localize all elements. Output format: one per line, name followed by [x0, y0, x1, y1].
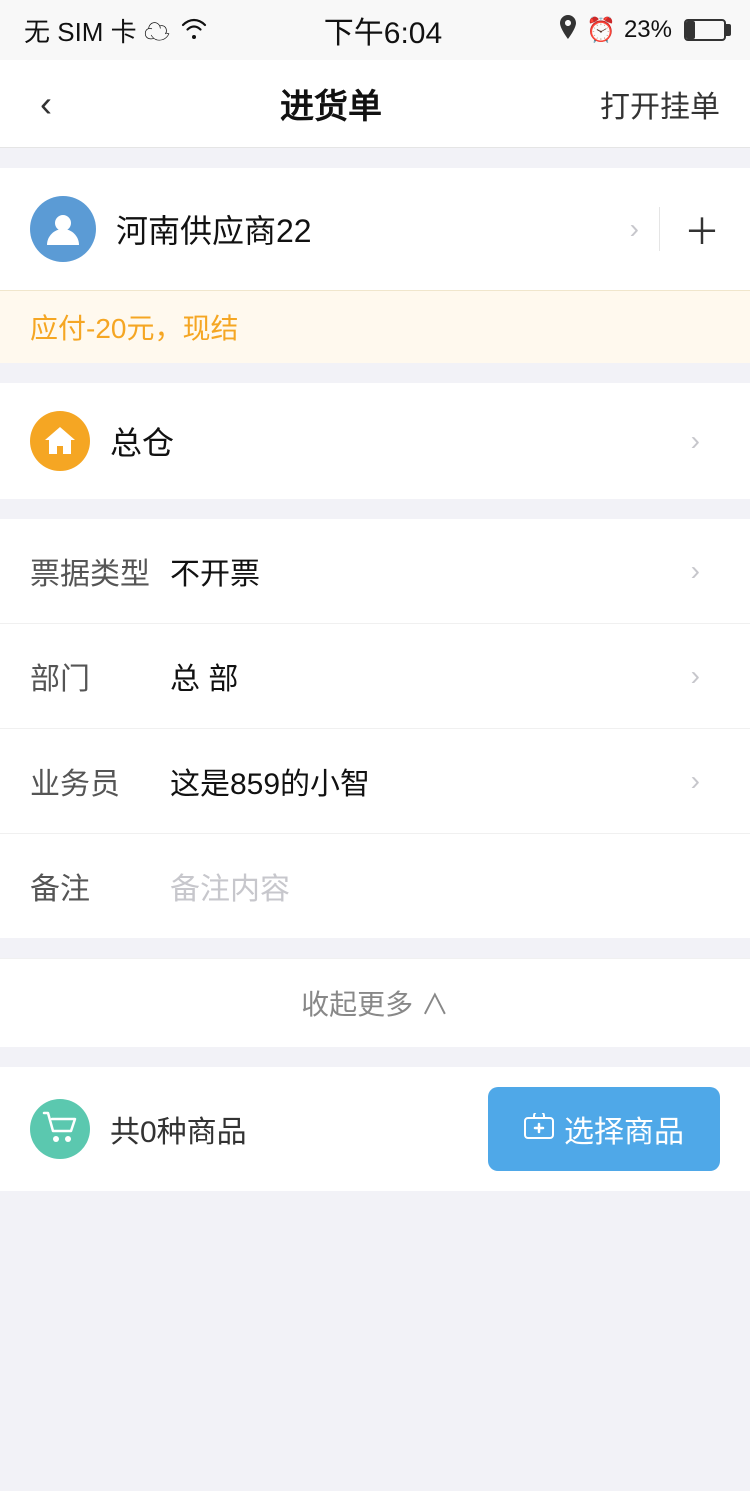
salesman-label: 业务员 [30, 759, 160, 803]
page-title: 进货单 [280, 79, 382, 128]
location-icon [558, 15, 578, 46]
supplier-card: 河南供应商22 › ＋ 应付-20元，现结 [0, 168, 750, 363]
select-btn-icon [524, 1113, 554, 1146]
form-section: 票据类型 不开票 › 部门 总 部 › 业务员 这是859的小智 › 备注 备注… [0, 519, 750, 938]
invoice-type-value: 不开票 [160, 549, 691, 593]
open-pending-button[interactable]: 打开挂单 [600, 82, 720, 126]
salesman-chevron-icon: › [691, 765, 700, 797]
clock-icon: ⏰ [586, 16, 616, 45]
status-left: 无 SIM 卡 ☁ [24, 12, 208, 49]
select-btn-label: 选择商品 [564, 1107, 684, 1151]
sim-label: 无 SIM 卡 ☁ [24, 12, 170, 49]
nav-bar: ‹ 进货单 打开挂单 [0, 60, 750, 148]
add-supplier-button[interactable]: ＋ [684, 203, 720, 255]
back-button[interactable]: ‹ [30, 73, 62, 135]
supplier-divider [659, 207, 660, 251]
supplier-chevron-icon: › [630, 213, 639, 245]
department-value: 总 部 [160, 654, 691, 698]
supplier-name: 河南供应商22 [116, 206, 630, 252]
select-product-button[interactable]: 选择商品 [488, 1087, 720, 1171]
wifi-icon [180, 15, 208, 46]
section-gap-1 [0, 148, 750, 168]
department-label: 部门 [30, 654, 160, 698]
page-bg-bottom [0, 1191, 750, 1491]
status-bar: 无 SIM 卡 ☁ 下午6:04 ⏰ 23% [0, 0, 750, 60]
remark-input[interactable]: 备注内容 [160, 864, 720, 908]
product-count-label: 共0种商品 [110, 1107, 488, 1151]
status-time: 下午6:04 [324, 8, 442, 52]
status-right: ⏰ 23% [558, 15, 726, 46]
battery-percentage: 23% [624, 16, 672, 44]
invoice-type-label: 票据类型 [30, 549, 160, 593]
department-chevron-icon: › [691, 660, 700, 692]
notice-banner: 应付-20元，现结 [0, 290, 750, 363]
form-row-remark[interactable]: 备注 备注内容 [0, 834, 750, 938]
warehouse-chevron-icon: › [691, 425, 700, 457]
product-icon [30, 1099, 90, 1159]
battery-icon [684, 19, 726, 41]
warehouse-icon [30, 411, 90, 471]
supplier-row[interactable]: 河南供应商22 › ＋ [0, 168, 750, 290]
remark-label: 备注 [30, 864, 160, 908]
collapse-row[interactable]: 收起更多 ∧ [0, 958, 750, 1047]
notice-text: 应付-20元，现结 [30, 313, 238, 344]
form-row-salesman[interactable]: 业务员 这是859的小智 › [0, 729, 750, 834]
invoice-type-chevron-icon: › [691, 555, 700, 587]
warehouse-row[interactable]: 总仓 › [0, 383, 750, 499]
collapse-label: 收起更多 ∧ [301, 983, 449, 1023]
salesman-value: 这是859的小智 [160, 759, 691, 803]
supplier-avatar [30, 196, 96, 262]
form-row-department[interactable]: 部门 总 部 › [0, 624, 750, 729]
warehouse-name: 总仓 [110, 418, 691, 464]
form-row-invoice-type[interactable]: 票据类型 不开票 › [0, 519, 750, 624]
bottom-bar: 共0种商品 选择商品 [0, 1067, 750, 1191]
